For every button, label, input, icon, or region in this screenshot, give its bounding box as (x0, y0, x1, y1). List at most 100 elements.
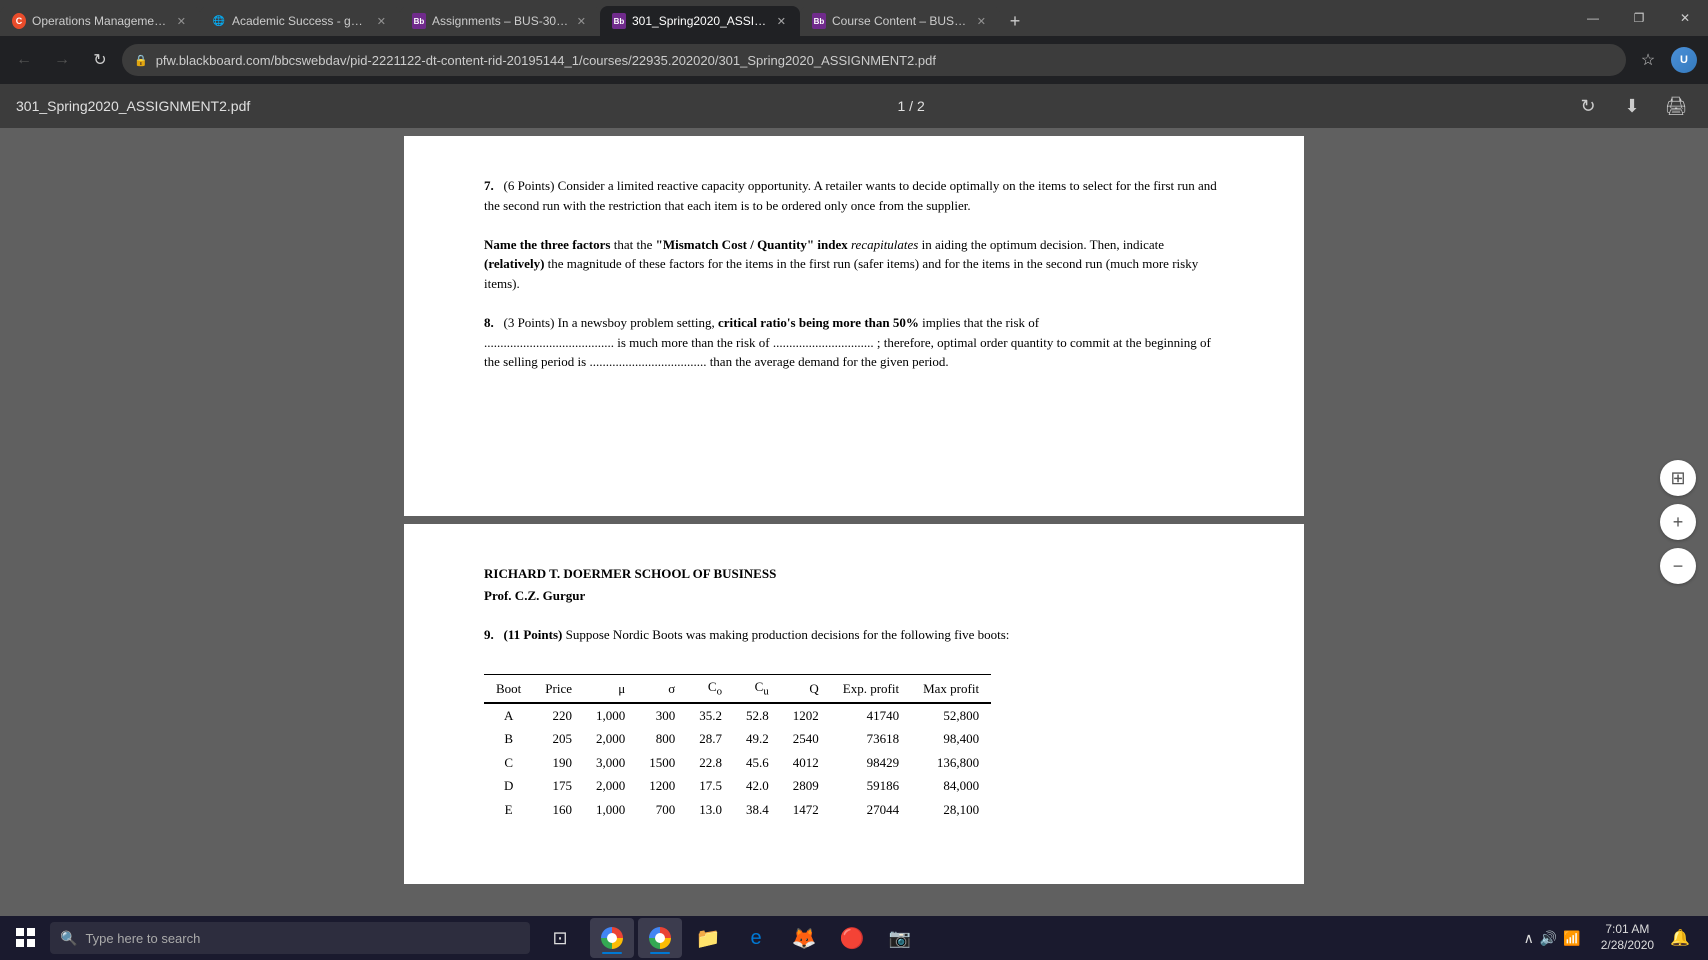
tab-close-5[interactable]: ✕ (975, 13, 988, 30)
question-7-text: 7. (6 Points) Consider a limited reactiv… (484, 176, 1224, 215)
tab-pdf-active[interactable]: Bb 301_Spring2020_ASSIGNMENT... ✕ (600, 6, 800, 36)
start-button[interactable] (6, 918, 46, 958)
taskbar-edge[interactable]: e (734, 918, 778, 958)
screenshot-icon: 📷 (889, 928, 911, 949)
taskbar-chrome-app-1[interactable] (590, 918, 634, 958)
taskbar-chrome-app-2[interactable] (638, 918, 682, 958)
address-bar[interactable]: 🔒 pfw.blackboard.com/bbcswebdav/pid-2221… (122, 44, 1626, 76)
task-view-icon: ⊡ (552, 928, 567, 949)
taskbar-screenshot[interactable]: 📷 (878, 918, 922, 958)
cell-c-co: 22.8 (687, 751, 734, 775)
pdf-action-buttons: ↻ ⬇ 🖨 (1572, 90, 1692, 122)
cell-c-mu: 3,000 (584, 751, 637, 775)
col-exp-profit: Exp. profit (831, 675, 911, 703)
cell-e-q: 1472 (781, 798, 831, 822)
pdf-side-controls: ⊞ + − (1660, 460, 1696, 584)
new-tab-button[interactable]: + (1000, 6, 1030, 36)
tab-course-content[interactable]: Bb Course Content – BUS-30102-... ✕ (800, 6, 1000, 36)
cell-c-cu: 45.6 (734, 751, 781, 775)
taskbar-app-other[interactable]: 🔴 (830, 918, 874, 958)
pdf-zoom-out-button[interactable]: − (1660, 548, 1696, 584)
tab-close-3[interactable]: ✕ (575, 13, 588, 30)
search-placeholder-text: Type here to search (85, 931, 200, 946)
cell-b-sigma: 800 (637, 727, 687, 751)
tab-operations[interactable]: C Operations Management que... ✕ (0, 6, 200, 36)
clock-area[interactable]: 7:01 AM 2/28/2020 (1593, 918, 1662, 957)
search-icon: 🔍 (60, 930, 77, 947)
cell-d-sigma: 1200 (637, 774, 687, 798)
q7-that: that the (614, 237, 656, 252)
tab-favicon-4: Bb (612, 14, 626, 28)
cell-b-price: 205 (533, 727, 584, 751)
cell-e-price: 160 (533, 798, 584, 822)
tab-close-4[interactable]: ✕ (775, 13, 788, 30)
cell-a-max: 52,800 (911, 703, 991, 728)
notification-button[interactable]: 🔔 (1666, 924, 1694, 952)
maximize-button[interactable]: ❐ (1616, 0, 1662, 36)
tab-favicon-5: Bb (812, 14, 826, 28)
cell-b-cu: 49.2 (734, 727, 781, 751)
cell-a-price: 220 (533, 703, 584, 728)
back-button[interactable]: ← (8, 44, 40, 76)
q8-dots2: ............................... (773, 335, 874, 350)
pdf-download-button[interactable]: ⬇ (1616, 90, 1648, 122)
q7-index-bold: "Mismatch Cost / Quantity" index (656, 237, 848, 252)
firefox-icon: 🦊 (792, 926, 817, 951)
start-square-tr (27, 928, 35, 936)
tab-assignments[interactable]: Bb Assignments – BUS-30102-03... ✕ (400, 6, 600, 36)
window-controls: — ❐ ✕ (1570, 0, 1708, 36)
question-8-block: 8. (3 Points) In a newsboy problem setti… (484, 313, 1224, 372)
refresh-button[interactable]: ↻ (84, 44, 116, 76)
cell-a-co: 35.2 (687, 703, 734, 728)
user-avatar: U (1671, 47, 1697, 73)
cell-e-max: 28,100 (911, 798, 991, 822)
cell-c-exp: 98429 (831, 751, 911, 775)
taskbar-firefox[interactable]: 🦊 (782, 918, 826, 958)
question-9-block: 9. (11 Points) Suppose Nordic Boots was … (484, 625, 1224, 821)
cell-d-price: 175 (533, 774, 584, 798)
q9-text: Suppose Nordic Boots was making producti… (566, 627, 1010, 642)
table-row-b: B 205 2,000 800 28.7 49.2 2540 73618 98,… (484, 727, 991, 751)
pdf-expand-button[interactable]: ⊞ (1660, 460, 1696, 496)
pdf-page-1: 7. (6 Points) Consider a limited reactiv… (404, 136, 1304, 516)
tab-close-2[interactable]: ✕ (375, 13, 388, 30)
tab-favicon-3: Bb (412, 14, 426, 28)
system-tray[interactable]: ∧ 🔊 📶 (1516, 926, 1589, 951)
minimize-button[interactable]: — (1570, 0, 1616, 36)
col-max-profit: Max profit (911, 675, 991, 703)
task-view-button[interactable]: ⊡ (538, 918, 582, 958)
avatar-button[interactable]: U (1668, 44, 1700, 76)
bookmark-button[interactable]: ☆ (1632, 44, 1664, 76)
tab-close-1[interactable]: ✕ (175, 13, 188, 30)
pdf-refresh-button[interactable]: ↻ (1572, 90, 1604, 122)
close-button[interactable]: ✕ (1662, 0, 1708, 36)
q8-much-more: is much more than the risk of (617, 335, 773, 350)
q7-intro: Consider a limited reactive capacity opp… (484, 178, 1217, 213)
taskbar-search[interactable]: 🔍 Type here to search (50, 922, 530, 954)
q7-relatively: (relatively) (484, 256, 544, 271)
q7-in-aiding: in aiding the optimum decision. Then, in… (922, 237, 1164, 252)
bb-favicon-5: Bb (812, 13, 826, 29)
q8-implies: implies that the risk of (922, 315, 1039, 330)
cell-e-cu: 38.4 (734, 798, 781, 822)
pdf-zoom-in-button[interactable]: + (1660, 504, 1696, 540)
professor-name: Prof. C.Z. Gurgur (484, 586, 1224, 606)
cell-d-cu: 42.0 (734, 774, 781, 798)
tab-label-5: Course Content – BUS-30102-... (832, 14, 969, 28)
tab-label-3: Assignments – BUS-30102-03... (432, 14, 569, 28)
start-square-bl (16, 939, 24, 947)
tab-academic[interactable]: 🌐 Academic Success - goPFW ✕ (200, 6, 400, 36)
table-row-e: E 160 1,000 700 13.0 38.4 1472 27044 28,… (484, 798, 991, 822)
question-8-text: 8. (3 Points) In a newsboy problem setti… (484, 313, 1224, 333)
cell-e-co: 13.0 (687, 798, 734, 822)
cell-d-boot: D (484, 774, 533, 798)
forward-button[interactable]: → (46, 44, 78, 76)
taskbar-center-icons: ⊡ (538, 918, 582, 958)
taskbar-file-explorer[interactable]: 📁 (686, 918, 730, 958)
q8-number: 8. (484, 315, 494, 330)
pdf-print-button[interactable]: 🖨 (1660, 90, 1692, 122)
cell-b-co: 28.7 (687, 727, 734, 751)
pdf-page-2: RICHARD T. DOERMER SCHOOL OF BUSINESS Pr… (404, 524, 1304, 884)
cell-e-sigma: 700 (637, 798, 687, 822)
q7-name-bold: Name the three factors (484, 237, 610, 252)
